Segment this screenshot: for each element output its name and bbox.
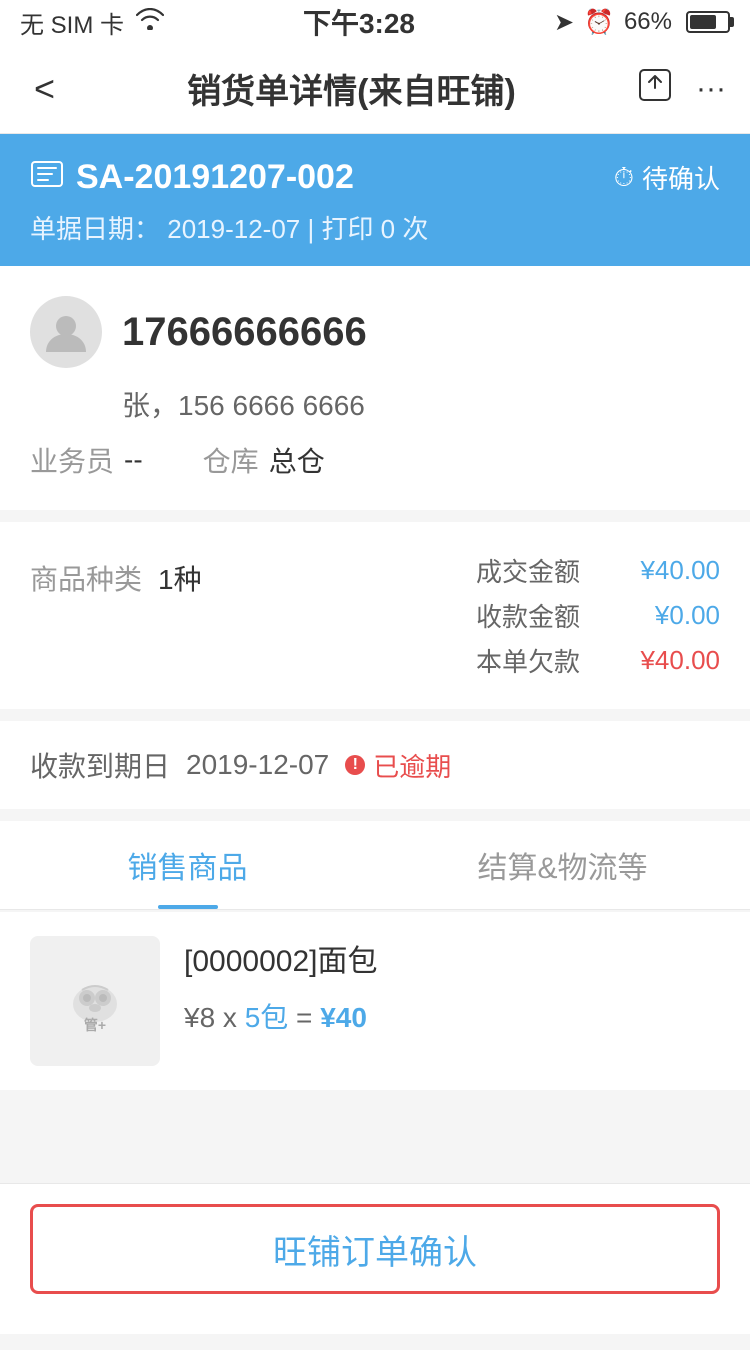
amount-label-1: 收款金额 — [460, 597, 580, 634]
status-bar: 无 SIM 卡 下午3:28 ➤ ⏰ 66% — [0, 0, 750, 44]
amount-row-0: 成交金额 ¥40.00 — [460, 552, 720, 589]
amount-value-1: ¥0.00 — [600, 600, 720, 631]
amount-label-0: 成交金额 — [460, 552, 580, 589]
tabs: 销售商品 结算&物流等 — [0, 821, 750, 910]
order-icon — [30, 158, 64, 197]
battery-icon — [686, 11, 730, 33]
due-date: 2019-12-07 — [186, 749, 329, 781]
battery-label: 66% — [624, 8, 672, 36]
confirm-order-button[interactable]: 旺铺订单确认 — [30, 1204, 720, 1294]
customer-phone: 17666666666 — [122, 310, 367, 355]
location-icon: ➤ — [554, 8, 574, 37]
wifi-icon — [136, 8, 164, 37]
amount-value-0: ¥40.00 — [600, 555, 720, 586]
overdue-text: 已逾期 — [373, 747, 451, 784]
amount-row-2: 本单欠款 ¥40.00 — [460, 642, 720, 679]
summary-card: 商品种类 1种 成交金额 ¥40.00 收款金额 ¥0.00 本单欠款 ¥40.… — [0, 522, 750, 709]
customer-main: 17666666666 — [30, 296, 720, 368]
type-value: 1种 — [158, 558, 202, 598]
price-base: ¥8 x — [184, 1002, 245, 1033]
due-card: 收款到期日 2019-12-07 ! 已逾期 — [0, 721, 750, 809]
print-info: | 打印 0 次 — [307, 214, 428, 244]
warehouse-label: 仓库 — [203, 440, 259, 480]
alarm-icon: ⏰ — [584, 8, 614, 37]
nav-bar: < 销货单详情(来自旺铺) ··· — [0, 44, 750, 134]
product-thumbnail: 管+ — [30, 936, 160, 1066]
price-separator: = — [288, 1002, 320, 1033]
overdue-icon: ! — [345, 755, 365, 775]
avatar — [30, 296, 102, 368]
order-date: 2019-12-07 — [167, 214, 300, 244]
warehouse-value: 总仓 — [269, 440, 325, 480]
product-item: 管+ [0000002]面包 ¥8 x 5包 = ¥40 — [0, 912, 750, 1090]
due-label: 收款到期日 — [30, 745, 170, 785]
order-date-row: 单据日期： 2019-12-07 | 打印 0 次 — [30, 209, 720, 246]
nav-actions: ··· — [638, 68, 726, 110]
order-id: SA-20191207-002 — [30, 158, 354, 197]
tab-underline — [158, 905, 218, 909]
carrier-label: 无 SIM 卡 — [20, 5, 124, 40]
overdue-badge: ! 已逾期 — [345, 747, 451, 784]
warehouse-item: 仓库 总仓 — [203, 440, 325, 480]
tab-settlement[interactable]: 结算&物流等 — [375, 821, 750, 909]
status-right: ➤ ⏰ 66% — [554, 8, 730, 37]
amount-value-2: ¥40.00 — [600, 645, 720, 676]
sales-item: 业务员 -- — [30, 440, 143, 480]
product-qty: 5包 — [245, 1002, 289, 1033]
more-button[interactable]: ··· — [696, 72, 726, 106]
product-thumb-inner: 管+ — [60, 966, 130, 1036]
order-status: ⏱ 待确认 — [614, 159, 720, 196]
status-left: 无 SIM 卡 — [20, 5, 164, 40]
product-section: 管+ [0000002]面包 ¥8 x 5包 = ¥40 — [0, 912, 750, 1090]
status-clock-icon: ⏱ — [614, 162, 634, 194]
date-label: 单据日期： — [30, 214, 160, 244]
status-time: 下午3:28 — [303, 2, 415, 42]
back-button[interactable]: < — [24, 58, 65, 120]
type-label: 商品种类 — [30, 558, 142, 598]
product-info: [0000002]面包 ¥8 x 5包 = ¥40 — [184, 936, 720, 1036]
share-button[interactable] — [638, 68, 672, 110]
tab-products[interactable]: 销售商品 — [0, 821, 375, 909]
summary-right: 成交金额 ¥40.00 收款金额 ¥0.00 本单欠款 ¥40.00 — [460, 552, 720, 679]
customer-card: 17666666666 张，156 6666 6666 业务员 -- 仓库 总仓 — [0, 266, 750, 510]
amount-row-1: 收款金额 ¥0.00 — [460, 597, 720, 634]
page-title: 销货单详情(来自旺铺) — [187, 64, 516, 113]
sales-value: -- — [124, 444, 143, 476]
svg-text:管+: 管+ — [84, 1017, 106, 1033]
order-header: SA-20191207-002 ⏱ 待确认 单据日期： 2019-12-07 |… — [0, 134, 750, 266]
product-price: ¥8 x 5包 = ¥40 — [184, 996, 720, 1036]
summary-left: 商品种类 1种 — [30, 558, 202, 598]
customer-name: 张，156 6666 6666 — [30, 384, 720, 424]
bottom-button-container: 旺铺订单确认 — [0, 1183, 750, 1334]
amount-label-2: 本单欠款 — [460, 642, 580, 679]
product-total: ¥40 — [320, 1002, 367, 1033]
sales-label: 业务员 — [30, 440, 114, 480]
status-text: 待确认 — [642, 159, 720, 196]
product-name: [0000002]面包 — [184, 936, 720, 980]
customer-meta: 业务员 -- 仓库 总仓 — [30, 440, 720, 480]
